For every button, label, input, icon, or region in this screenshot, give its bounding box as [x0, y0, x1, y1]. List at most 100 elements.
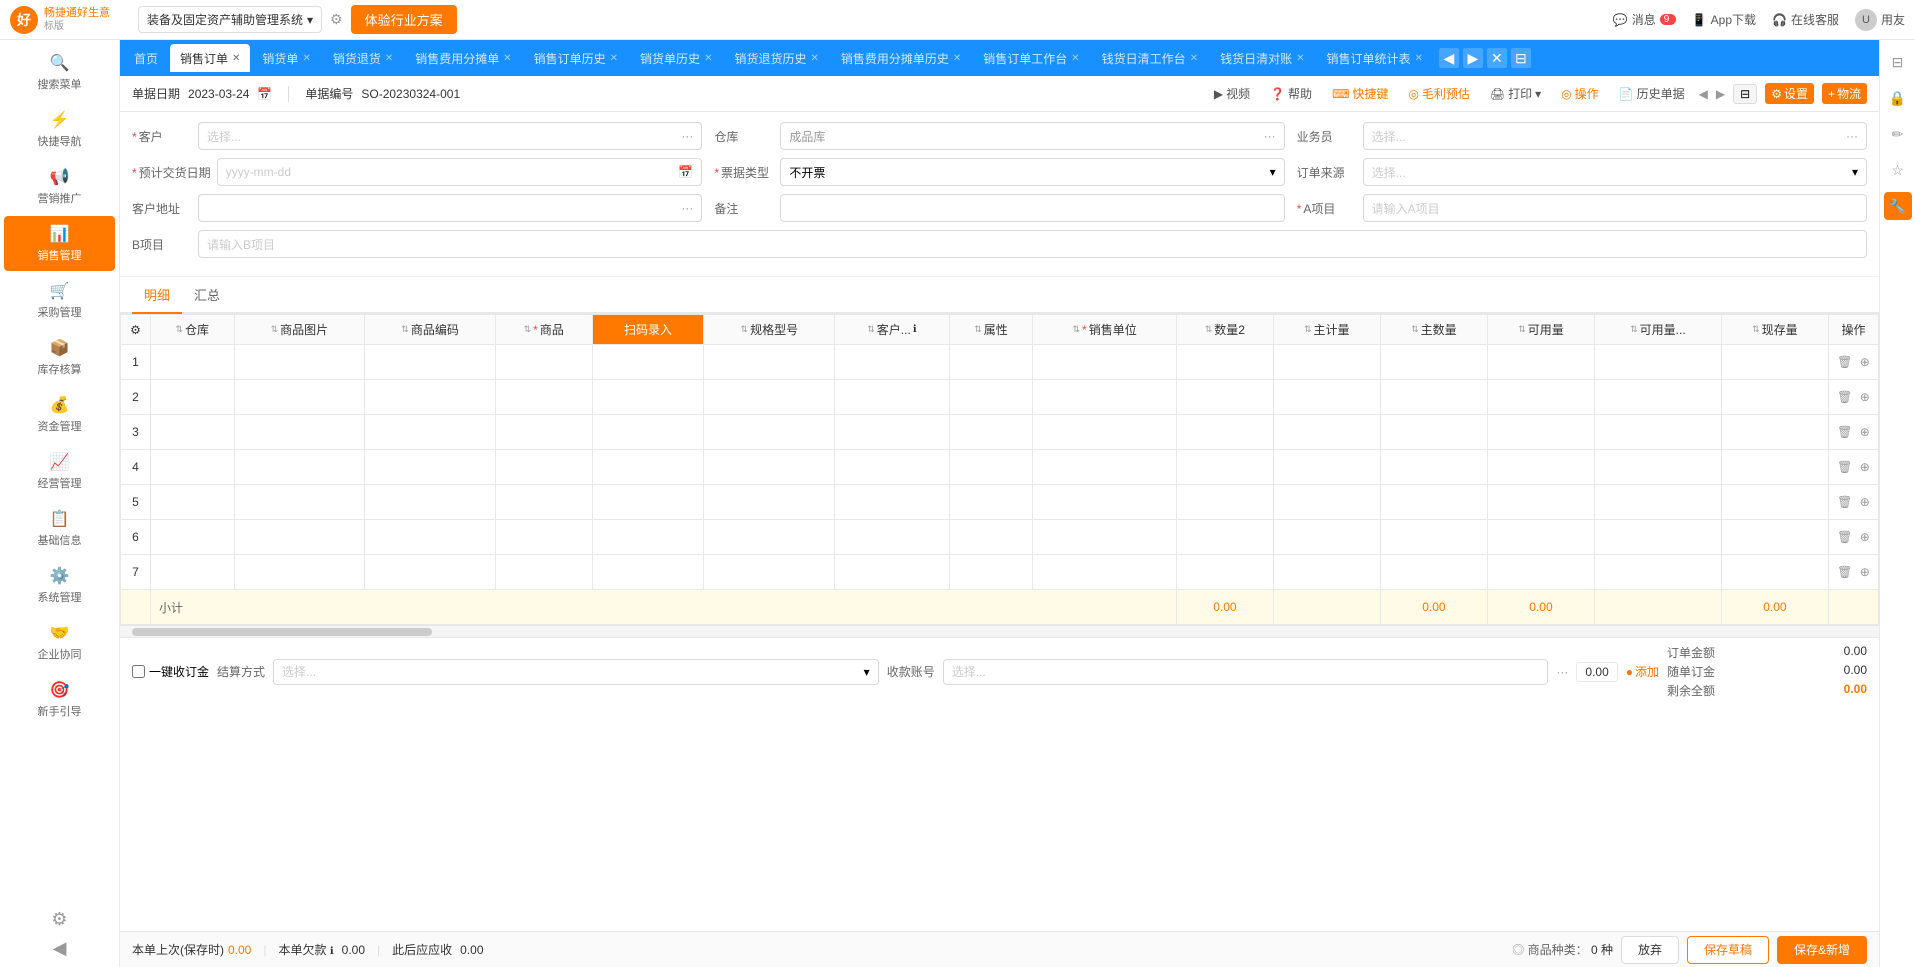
cell-main-unit-6[interactable] — [1273, 520, 1380, 555]
cell-code-3[interactable] — [365, 415, 496, 450]
cell-available-7[interactable] — [1487, 555, 1594, 590]
row-delete-5[interactable]: 🗑 — [1837, 495, 1852, 509]
row-copy-4[interactable]: ⊕ — [1860, 460, 1870, 474]
cell-customer-2[interactable] — [835, 380, 950, 415]
cell-available-6[interactable] — [1487, 520, 1594, 555]
cell-image-6[interactable] — [234, 520, 365, 555]
cell-spec-5[interactable] — [704, 485, 835, 520]
cell-warehouse-3[interactable] — [151, 415, 235, 450]
th-unit[interactable]: ⇅ * 销售单位 — [1033, 315, 1177, 345]
row-copy-1[interactable]: ⊕ — [1860, 355, 1870, 369]
app-download-btn[interactable]: 📱 App下载 — [1692, 11, 1756, 28]
tab-return-history[interactable]: 销货退货历史 ✕ — [724, 44, 828, 72]
cell-available2-1[interactable] — [1595, 345, 1722, 380]
cell-customer-7[interactable] — [835, 555, 950, 590]
tab-detail[interactable]: 明细 — [132, 277, 182, 314]
cell-available2-6[interactable] — [1595, 520, 1722, 555]
cell-available-3[interactable] — [1487, 415, 1594, 450]
project-b-input[interactable]: 请输入B项目 — [198, 230, 1867, 258]
cell-code-6[interactable] — [365, 520, 496, 555]
th-spec[interactable]: ⇅ 规格型号 — [704, 315, 835, 345]
row-delete-2[interactable]: 🗑 — [1837, 390, 1852, 404]
cell-available-5[interactable] — [1487, 485, 1594, 520]
cell-warehouse-6[interactable] — [151, 520, 235, 555]
cell-code-4[interactable] — [365, 450, 496, 485]
sidebar-item-finance[interactable]: 💰 资金管理 — [4, 387, 115, 442]
cell-spec-7[interactable] — [704, 555, 835, 590]
cell-image-3[interactable] — [234, 415, 365, 450]
cell-current-2[interactable] — [1721, 380, 1828, 415]
th-image[interactable]: ⇅ 商品图片 — [234, 315, 365, 345]
tab-summary[interactable]: 汇总 — [182, 277, 232, 314]
tab-close-all-btn[interactable]: ✕ — [1487, 48, 1507, 68]
add-payment-btn[interactable]: ● 添加 — [1626, 663, 1659, 680]
tab-close-icon-9[interactable]: ✕ — [1071, 53, 1079, 64]
cell-available-1[interactable] — [1487, 345, 1594, 380]
cell-spec-4[interactable] — [704, 450, 835, 485]
cell-current-7[interactable] — [1721, 555, 1828, 590]
row-delete-7[interactable]: 🗑 — [1837, 565, 1852, 579]
sidebar-item-quicknav[interactable]: ⚡ 快捷导航 — [4, 102, 115, 157]
tab-cash-reconcile[interactable]: 钱货日清对账 ✕ — [1210, 44, 1314, 72]
tab-cash-workbench[interactable]: 钱货日清工作台 ✕ — [1092, 44, 1208, 72]
cell-attr-7[interactable] — [949, 555, 1033, 590]
warehouse-input[interactable]: 成品库 ··· — [780, 122, 1284, 150]
th-qty2[interactable]: ⇅ 数量2 — [1177, 315, 1274, 345]
th-settings[interactable]: ⚙ — [121, 315, 151, 345]
tab-home[interactable]: 首页 — [124, 44, 168, 72]
address-input[interactable]: ··· — [198, 194, 702, 222]
solution-button[interactable]: 体验行业方案 — [351, 5, 457, 34]
th-main-unit[interactable]: ⇅ 主计量 — [1273, 315, 1380, 345]
cell-attr-2[interactable] — [949, 380, 1033, 415]
one-click-input[interactable] — [132, 665, 145, 678]
cell-main-qty-5[interactable] — [1380, 485, 1487, 520]
tab-expense-history[interactable]: 销售费用分摊单历史 ✕ — [831, 44, 971, 72]
cell-warehouse-2[interactable] — [151, 380, 235, 415]
cell-qty2-6[interactable] — [1177, 520, 1274, 555]
cell-qty2-5[interactable] — [1177, 485, 1274, 520]
panel-icon-3[interactable]: ✏ — [1884, 120, 1912, 148]
cell-spec-1[interactable] — [704, 345, 835, 380]
row-delete-6[interactable]: 🗑 — [1837, 530, 1852, 544]
tab-close-icon-7[interactable]: ✕ — [810, 53, 818, 64]
th-attr[interactable]: ⇅ 属性 — [949, 315, 1033, 345]
cell-main-qty-1[interactable] — [1380, 345, 1487, 380]
cell-main-unit-2[interactable] — [1273, 380, 1380, 415]
cell-code-2[interactable] — [365, 380, 496, 415]
cell-qty2-4[interactable] — [1177, 450, 1274, 485]
row-copy-5[interactable]: ⊕ — [1860, 495, 1870, 509]
row-delete-1[interactable]: 🗑 — [1837, 355, 1852, 369]
calendar-icon[interactable]: 📅 — [257, 87, 272, 101]
cell-unit-2[interactable] — [1033, 380, 1177, 415]
cell-main-unit-5[interactable] — [1273, 485, 1380, 520]
panel-icon-1[interactable]: ⊟ — [1884, 48, 1912, 76]
cell-current-5[interactable] — [1721, 485, 1828, 520]
cell-product-5[interactable] — [495, 485, 592, 520]
th-main-qty[interactable]: ⇅ 主数量 — [1380, 315, 1487, 345]
sidebar-item-collab[interactable]: 🤝 企业协同 — [4, 615, 115, 670]
cell-product-1[interactable] — [495, 345, 592, 380]
row-copy-3[interactable]: ⊕ — [1860, 425, 1870, 439]
sidebar-item-search[interactable]: 🔍 搜索菜单 — [4, 45, 115, 100]
th-product[interactable]: ⇅ * 商品 — [495, 315, 592, 345]
cell-qty2-3[interactable] — [1177, 415, 1274, 450]
customer-input[interactable]: 选择... ··· — [198, 122, 702, 150]
one-click-checkbox[interactable]: 一键收订金 — [132, 663, 209, 680]
tab-sales-bill[interactable]: 销货单 ✕ — [252, 44, 320, 72]
cell-unit-1[interactable] — [1033, 345, 1177, 380]
cell-current-1[interactable] — [1721, 345, 1828, 380]
tab-sales-order[interactable]: 销售订单 ✕ — [170, 44, 250, 72]
cell-unit-4[interactable] — [1033, 450, 1177, 485]
cell-qty2-1[interactable] — [1177, 345, 1274, 380]
cell-image-5[interactable] — [234, 485, 365, 520]
row-copy-6[interactable]: ⊕ — [1860, 530, 1870, 544]
cell-code-7[interactable] — [365, 555, 496, 590]
cell-available2-3[interactable] — [1595, 415, 1722, 450]
cell-scan-6[interactable] — [592, 520, 704, 555]
cell-unit-3[interactable] — [1033, 415, 1177, 450]
cell-customer-6[interactable] — [835, 520, 950, 555]
sidebar-item-marketing[interactable]: 📢 营销推广 — [4, 159, 115, 214]
online-service-btn[interactable]: 🎧 在线客服 — [1772, 11, 1839, 28]
cell-spec-2[interactable] — [704, 380, 835, 415]
cell-image-1[interactable] — [234, 345, 365, 380]
